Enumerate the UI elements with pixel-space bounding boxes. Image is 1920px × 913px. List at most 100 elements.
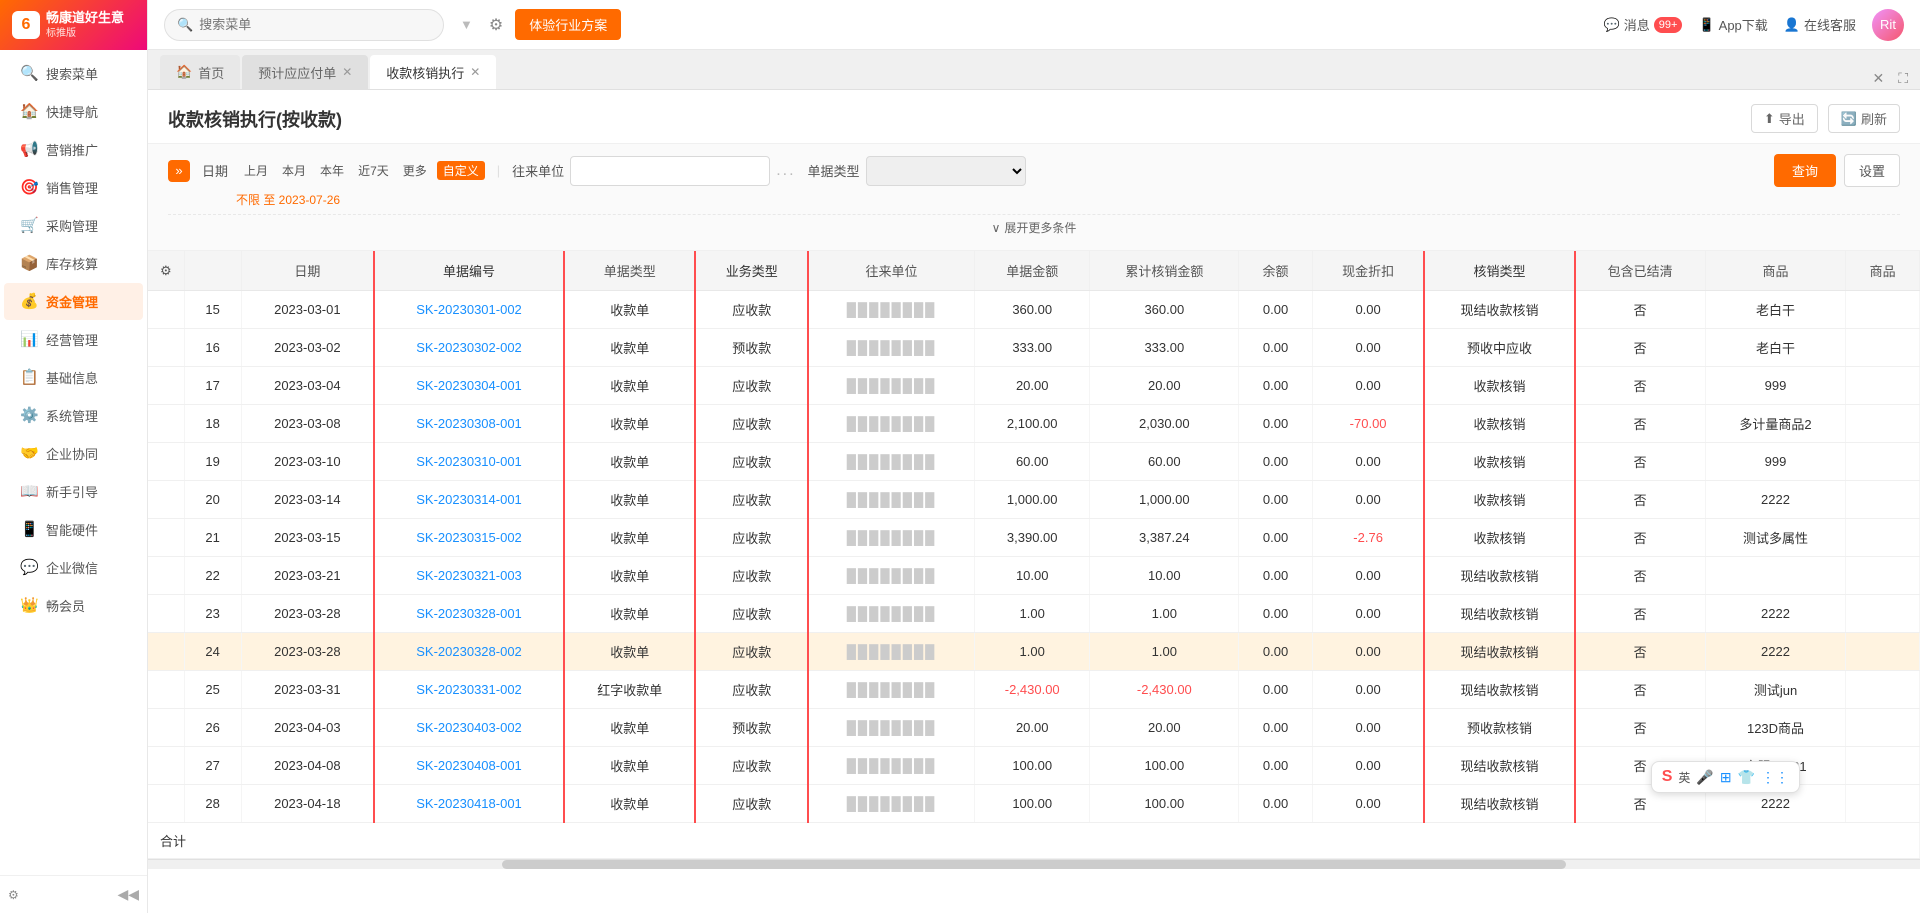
cell-partner: ████████ (808, 595, 974, 633)
query-btn[interactable]: 查询 (1774, 154, 1836, 187)
online-service-btn[interactable]: 👤 在线客服 (1784, 15, 1856, 34)
cell-balance: 0.00 (1239, 367, 1313, 405)
tab-home-label: 首页 (198, 63, 224, 82)
cell-docno[interactable]: SK-20230408-001 (374, 747, 564, 785)
filter-last-7days[interactable]: 近7天 (354, 160, 393, 181)
sidebar-item-corp[interactable]: 🤝 企业协同 (4, 435, 143, 472)
cell-accumamount: 100.00 (1090, 785, 1239, 823)
cell-gear (148, 481, 184, 519)
industry-btn[interactable]: 体验行业方案 (515, 9, 621, 40)
cell-docno[interactable]: SK-20230302-002 (374, 329, 564, 367)
sidebar-item-basic[interactable]: 📋 基础信息 (4, 359, 143, 396)
tab-receipt-close[interactable]: ✕ (470, 65, 480, 79)
cell-docno[interactable]: SK-20230321-003 (374, 557, 564, 595)
refresh-btn[interactable]: 🔄 刷新 (1828, 104, 1900, 133)
cell-docno[interactable]: SK-20230314-001 (374, 481, 564, 519)
cell-docno[interactable]: SK-20230301-002 (374, 291, 564, 329)
sidebar-item-ops[interactable]: 📊 经营管理 (4, 321, 143, 358)
sidebar-item-system[interactable]: ⚙️ 系统管理 (4, 397, 143, 434)
table-container[interactable]: ⚙ 日期 单据编号 单据类型 业务类型 往来单位 单据金额 累计核销金额 余额 … (148, 251, 1920, 913)
cell-docno[interactable]: SK-20230308-001 (374, 405, 564, 443)
tab-receipt-exec[interactable]: 收款核销执行 ✕ (370, 55, 496, 89)
table-col-accumamount: 累计核销金额 (1090, 251, 1239, 291)
filter-custom-btn[interactable]: 自定义 (437, 161, 485, 180)
settings-icon: ⚙ (8, 888, 19, 902)
cell-docno[interactable]: SK-20230403-002 (374, 709, 564, 747)
filter-setting-btn[interactable]: 设置 (1844, 154, 1900, 187)
sidebar-collapse-btn[interactable]: ◀◀ (117, 886, 139, 903)
tab-home[interactable]: 🏠 首页 (160, 55, 240, 89)
cell-goods2 (1846, 519, 1920, 557)
cell-doctype: 收款单 (564, 329, 695, 367)
sidebar-item-member[interactable]: 👑 畅会员 (4, 587, 143, 624)
sidebar-item-corp-wx[interactable]: 💬 企业微信 (4, 549, 143, 586)
cell-biztype: 应收款 (695, 519, 808, 557)
sidebar-item-beginner[interactable]: 📖 新手引导 (4, 473, 143, 510)
filter-expand-btn[interactable]: » (168, 160, 190, 182)
cell-biztype: 应收款 (695, 785, 808, 823)
sidebar-item-search-menu[interactable]: 🔍 搜索菜单 (4, 55, 143, 92)
filter-this-month[interactable]: 本月 (278, 160, 310, 181)
sidebar-item-inventory[interactable]: 📦 库存核算 (4, 245, 143, 282)
sidebar-item-quick-nav[interactable]: 🏠 快捷导航 (4, 93, 143, 130)
cell-balance: 0.00 (1239, 709, 1313, 747)
cell-partner: ████████ (808, 747, 974, 785)
expand-more-label: 展开更多条件 (1004, 219, 1076, 236)
sidebar-item-marketing[interactable]: 📢 营销推广 (4, 131, 143, 168)
mic-icon: 🎤 (1696, 769, 1713, 786)
topbar-search-box[interactable]: 🔍 (164, 9, 444, 41)
sidebar-item-label: 系统管理 (46, 406, 98, 425)
cell-cashdiscount: 0.00 (1312, 291, 1424, 329)
app-download-btn[interactable]: 📱 App下载 (1698, 15, 1767, 34)
sidebar-item-purchase[interactable]: 🛒 采购管理 (4, 207, 143, 244)
filter-last-month[interactable]: 上月 (240, 160, 272, 181)
notification-btn[interactable]: 💬 消息 99+ (1604, 15, 1683, 34)
basic-icon: 📋 (20, 368, 38, 386)
cell-rownum: 18 (184, 405, 241, 443)
cell-docamount: 20.00 (974, 367, 1089, 405)
cell-docno[interactable]: SK-20230418-001 (374, 785, 564, 823)
cell-gear (148, 747, 184, 785)
topbar-actions: 💬 消息 99+ 📱 App下载 👤 在线客服 Rit (1604, 9, 1904, 41)
table-horizontal-scrollbar[interactable] (148, 859, 1920, 869)
search-input[interactable] (199, 17, 431, 32)
cell-writeofftype: 现结收款核销 (1424, 785, 1574, 823)
tab-expand-btn[interactable]: ⛶ (1898, 70, 1908, 87)
filter-receipt-type-label: 单据类型 (808, 161, 860, 180)
topbar-gear-icon[interactable]: ⚙ (489, 15, 503, 35)
cell-docno[interactable]: SK-20230304-001 (374, 367, 564, 405)
cell-docno[interactable]: SK-20230331-002 (374, 671, 564, 709)
filter-partner-input[interactable] (570, 156, 770, 186)
sidebar-logo[interactable]: 6 畅康道好生意 标推版 (0, 0, 147, 50)
scrollbar-thumb[interactable] (502, 860, 1565, 869)
export-btn[interactable]: ⬆ 导出 (1751, 104, 1818, 133)
tab-payable-close[interactable]: ✕ (342, 65, 352, 79)
expand-more-btn[interactable]: ∨ 展开更多条件 (168, 214, 1900, 240)
cell-docno[interactable]: SK-20230328-002 (374, 633, 564, 671)
system-icon: ⚙️ (20, 406, 38, 424)
cell-accumamount: 1,000.00 (1090, 481, 1239, 519)
cell-partner: ████████ (808, 481, 974, 519)
s-logo-icon: S (1662, 768, 1673, 786)
sidebar-item-smart-hw[interactable]: 📱 智能硬件 (4, 511, 143, 548)
user-avatar[interactable]: Rit (1872, 9, 1904, 41)
table-row: 192023-03-10SK-20230310-001收款单应收款███████… (148, 443, 1920, 481)
sidebar-item-label: 采购管理 (46, 216, 98, 235)
cell-docno[interactable]: SK-20230310-001 (374, 443, 564, 481)
cell-biztype: 应收款 (695, 671, 808, 709)
beginner-icon: 📖 (20, 482, 38, 500)
close-all-tabs-btn[interactable]: ✕ (1866, 68, 1890, 89)
sidebar-item-sales[interactable]: 🎯 销售管理 (4, 169, 143, 206)
filter-dots[interactable]: ... (776, 162, 795, 180)
sidebar-item-fund[interactable]: 💰 资金管理 (4, 283, 143, 320)
tab-payable[interactable]: 预计应应付单 ✕ (242, 55, 368, 89)
filter-this-year[interactable]: 本年 (316, 160, 348, 181)
cell-includesettled: 否 (1575, 671, 1706, 709)
page-title: 收款核销执行(按收款) (168, 106, 342, 132)
table-col-gear[interactable]: ⚙ (148, 251, 184, 291)
filter-receipt-type-select[interactable] (866, 156, 1026, 186)
filter-more-dates[interactable]: 更多 (399, 160, 431, 181)
cell-docno[interactable]: SK-20230315-002 (374, 519, 564, 557)
cell-docno[interactable]: SK-20230328-001 (374, 595, 564, 633)
sidebar-settings-btn[interactable]: ⚙ (8, 888, 19, 902)
